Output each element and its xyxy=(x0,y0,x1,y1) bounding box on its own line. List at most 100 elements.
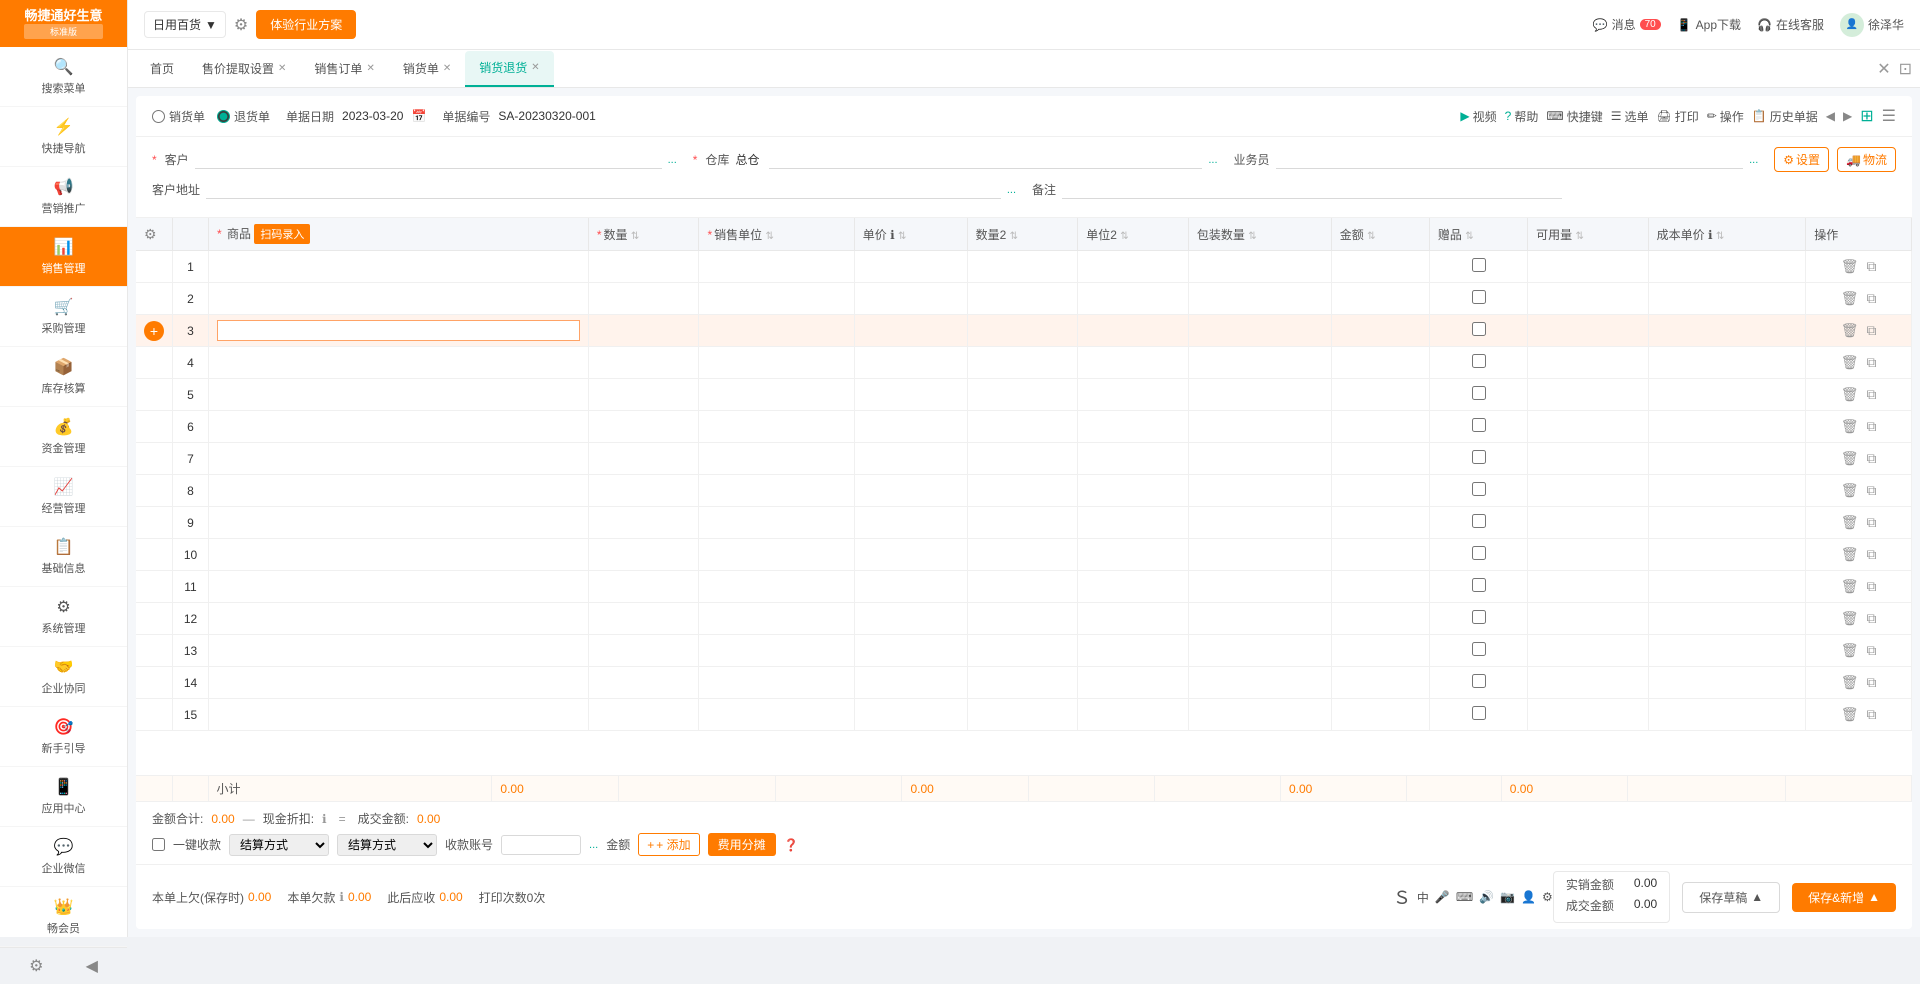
amount-cell[interactable] xyxy=(1331,283,1429,315)
unit-price-cell[interactable] xyxy=(854,603,967,635)
unit2-cell[interactable] xyxy=(1078,475,1189,507)
cost-price-cell[interactable] xyxy=(1648,603,1806,635)
cost-price-cell[interactable] xyxy=(1648,283,1806,315)
gift-cell[interactable] xyxy=(1429,667,1527,699)
unit2-cell[interactable] xyxy=(1078,347,1189,379)
pack-qty-cell[interactable] xyxy=(1188,635,1331,667)
product-cell[interactable] xyxy=(209,603,589,635)
cost-price-cell[interactable] xyxy=(1648,507,1806,539)
sidebar-item-enterprise[interactable]: 🤝 企业协同 xyxy=(0,647,127,707)
qty2-cell[interactable] xyxy=(967,571,1078,603)
unit-price-cell[interactable] xyxy=(854,507,967,539)
available-cell[interactable] xyxy=(1528,475,1649,507)
unit2-cell[interactable] xyxy=(1078,411,1189,443)
close-all-tabs-icon[interactable]: ✕ xyxy=(1877,59,1890,79)
unit-price-cell[interactable] xyxy=(854,475,967,507)
pack-qty-cell[interactable] xyxy=(1188,379,1331,411)
qty-cell[interactable] xyxy=(588,475,699,507)
amount-cell[interactable] xyxy=(1331,251,1429,283)
radio-sale-input[interactable] xyxy=(152,110,165,123)
delete-row-button[interactable]: 🗑 xyxy=(1839,544,1861,565)
sidebar-item-purchase-mgmt[interactable]: 🛒 采购管理 xyxy=(0,287,127,347)
product-cell[interactable] xyxy=(209,539,589,571)
gift-cell[interactable] xyxy=(1429,475,1527,507)
delete-row-button[interactable]: 🗑 xyxy=(1839,352,1861,373)
product-cell[interactable] xyxy=(209,283,589,315)
available-cell[interactable] xyxy=(1528,699,1649,731)
tab-sale-price[interactable]: 售价提取设置✕ xyxy=(188,51,300,87)
delete-row-button[interactable]: 🗑 xyxy=(1839,480,1861,501)
cost-price-cell[interactable] xyxy=(1648,315,1806,347)
user-menu[interactable]: 👤 徐泽华 xyxy=(1840,13,1904,37)
unit2-cell[interactable] xyxy=(1078,539,1189,571)
maximize-icon[interactable]: ⊡ xyxy=(1899,59,1912,79)
product-cell[interactable] xyxy=(209,475,589,507)
copy-row-button[interactable]: ⧉ xyxy=(1864,288,1878,309)
camera-icon[interactable]: 📷 xyxy=(1500,890,1515,904)
unit2-cell[interactable] xyxy=(1078,379,1189,411)
pack-qty-cell[interactable] xyxy=(1188,699,1331,731)
sidebar-item-basic-info[interactable]: 📋 基础信息 xyxy=(0,527,127,587)
pack-qty-cell[interactable] xyxy=(1188,667,1331,699)
add-payment-button[interactable]: + + 添加 xyxy=(638,833,699,856)
available-cell[interactable] xyxy=(1528,507,1649,539)
sidebar-item-app-center[interactable]: 📱 应用中心 xyxy=(0,767,127,827)
gift-checkbox[interactable] xyxy=(1472,546,1486,560)
copy-row-button[interactable]: ⧉ xyxy=(1864,608,1878,629)
qty2-cell[interactable] xyxy=(967,315,1078,347)
amount-cell[interactable] xyxy=(1331,475,1429,507)
calendar-icon[interactable]: 📅 xyxy=(411,109,426,123)
discount-info-icon[interactable]: ℹ xyxy=(322,812,327,826)
qty-cell[interactable] xyxy=(588,603,699,635)
sidebar-item-new-guide[interactable]: 🎯 新手引导 xyxy=(0,707,127,767)
tab-sale-return[interactable]: 销货退货✕ xyxy=(465,51,553,87)
customer-more-icon[interactable]: ... xyxy=(668,154,677,166)
tab-sale-order[interactable]: 销售订单✕ xyxy=(300,51,388,87)
gift-cell[interactable] xyxy=(1429,635,1527,667)
cost-price-cell[interactable] xyxy=(1648,699,1806,731)
cost-price-cell[interactable] xyxy=(1648,667,1806,699)
delete-row-button[interactable]: 🗑 xyxy=(1839,512,1861,533)
qty2-cell[interactable] xyxy=(967,411,1078,443)
available-cell[interactable] xyxy=(1528,571,1649,603)
copy-row-button[interactable]: ⧉ xyxy=(1864,448,1878,469)
gift-checkbox[interactable] xyxy=(1472,706,1486,720)
cost-price-cell[interactable] xyxy=(1648,411,1806,443)
product-input[interactable] xyxy=(217,320,580,341)
view-list-icon[interactable]: ☰ xyxy=(1882,106,1896,126)
pack-qty-cell[interactable] xyxy=(1188,475,1331,507)
notifications-btn[interactable]: 💬 消息 70 xyxy=(1593,16,1661,33)
amount-cell[interactable] xyxy=(1331,635,1429,667)
gift-cell[interactable] xyxy=(1429,443,1527,475)
copy-row-button[interactable]: ⧉ xyxy=(1864,512,1878,533)
settlement-method-select[interactable]: 结算方式 xyxy=(229,834,329,856)
pack-qty-cell[interactable] xyxy=(1188,507,1331,539)
pack-qty-cell[interactable] xyxy=(1188,539,1331,571)
fee-split-button[interactable]: 费用分摊 xyxy=(708,833,776,856)
sidebar-item-members[interactable]: 👑 畅会员 xyxy=(0,887,127,947)
sidebar-item-inventory[interactable]: 📦 库存核算 xyxy=(0,347,127,407)
th-settings[interactable]: ⚙ xyxy=(136,218,173,251)
unit-price-cell[interactable] xyxy=(854,315,967,347)
account-more-icon[interactable]: ... xyxy=(589,839,598,851)
sale-unit-cell[interactable] xyxy=(699,507,854,539)
copy-row-button[interactable]: ⧉ xyxy=(1864,576,1878,597)
qty2-cell[interactable] xyxy=(967,283,1078,315)
sidebar-item-operations[interactable]: 📈 经营管理 xyxy=(0,467,127,527)
sidebar-item-enterprise-wechat[interactable]: 💬 企业微信 xyxy=(0,827,127,887)
unit2-cell[interactable] xyxy=(1078,571,1189,603)
view-card-icon[interactable]: ⊞ xyxy=(1860,106,1873,126)
gift-cell[interactable] xyxy=(1429,347,1527,379)
cost-price-cell[interactable] xyxy=(1648,251,1806,283)
person-icon[interactable]: 👤 xyxy=(1521,890,1536,904)
copy-row-button[interactable]: ⧉ xyxy=(1864,416,1878,437)
pack-qty-cell[interactable] xyxy=(1188,347,1331,379)
select-bill-action[interactable]: ☰ 选单 xyxy=(1611,108,1649,125)
qty-cell[interactable] xyxy=(588,667,699,699)
gift-cell[interactable] xyxy=(1429,379,1527,411)
copy-row-button[interactable]: ⧉ xyxy=(1864,544,1878,565)
sale-unit-cell[interactable] xyxy=(699,315,854,347)
product-cell[interactable] xyxy=(209,411,589,443)
amount-cell[interactable] xyxy=(1331,443,1429,475)
settings-button[interactable]: ⚙ 保存草稿 设置 xyxy=(1774,147,1829,172)
